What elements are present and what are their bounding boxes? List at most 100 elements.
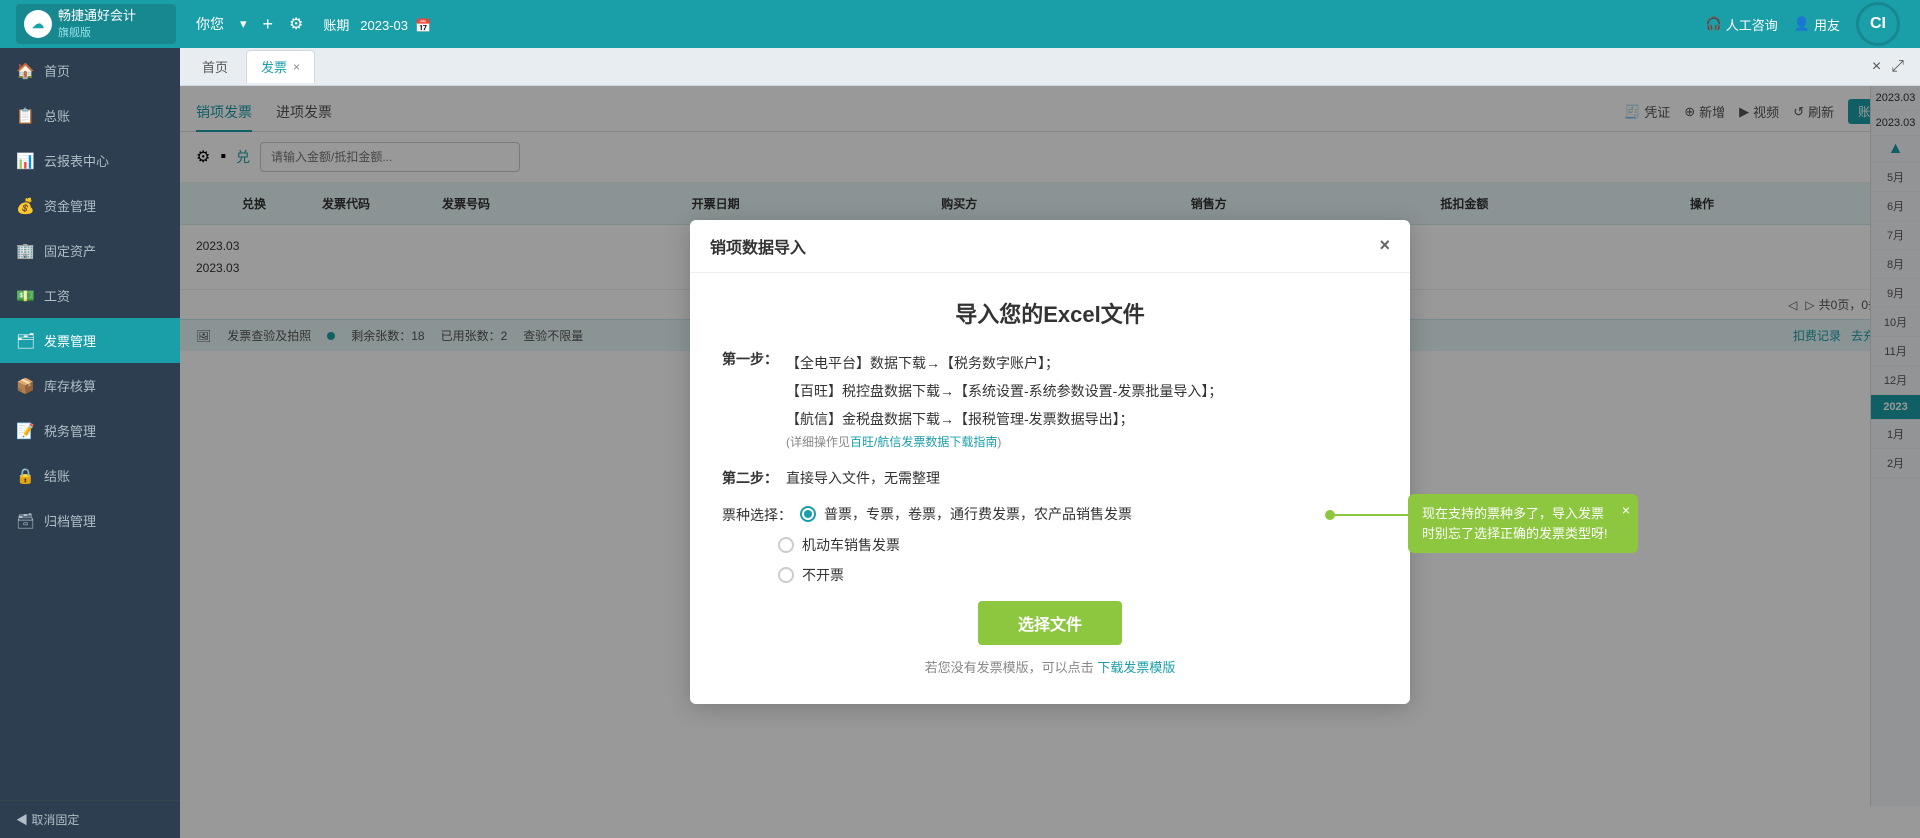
select-file-container: 选择文件	[722, 601, 1378, 645]
sidebar-item-label: 结账	[44, 466, 70, 485]
sidebar-item-label: 工资	[44, 286, 70, 305]
sidebar-item-archive[interactable]: 🗃 归档管理	[0, 498, 180, 543]
tooltip-dot	[1325, 510, 1335, 520]
window-close-icon[interactable]: ×	[1872, 58, 1881, 76]
radio-option-2[interactable]: 机动车销售发票	[778, 535, 1378, 555]
sidebar-unpin[interactable]: ◀ 取消固定	[0, 800, 180, 838]
modal-header: 销项数据导入 ×	[690, 220, 1410, 273]
logo-icon: ☁	[24, 10, 52, 38]
topbar-right: 🎧 人工咨询 👤 用友 CI	[1706, 2, 1904, 46]
modal-import-title: 导入您的Excel文件	[722, 297, 1378, 329]
import-modal: 销项数据导入 × 导入您的Excel文件 第一步： 【全电平台】数据下载→【税务…	[690, 220, 1410, 704]
step1-hint: (详细操作见百旺/航信发票数据下载指南)	[786, 433, 1222, 452]
period-label: 账期 2023-03 📅	[323, 15, 431, 34]
step1-row: 第一步： 【全电平台】数据下载→【税务数字账户】； 【百旺】税控盘数据下载→【系…	[722, 349, 1378, 452]
archive-icon: 🗃	[16, 512, 34, 530]
company-name[interactable]: 你您	[196, 14, 224, 34]
sidebar-item-home[interactable]: 🏠 首页	[0, 48, 180, 93]
help-button[interactable]: 🎧 人工咨询	[1706, 15, 1778, 34]
main-layout: 🏠 首页 📋 总账 📊 云报表中心 💰 资金管理 🏢 固定资产 💵 工资	[0, 48, 1920, 838]
topbar: ☁ 畅捷通好会计 旗舰版 你您 ▾ + ⚙ 账期 2023-03 📅 🎧 人工咨…	[0, 0, 1920, 48]
sidebar-item-label: 发票管理	[44, 331, 96, 350]
sidebar-item-close[interactable]: 🔒 结账	[0, 453, 180, 498]
radio-3-circle[interactable]	[778, 567, 794, 583]
radio-option-1[interactable]: 普票，专票，卷票，通行费发票，农产品销售发票	[800, 504, 1132, 524]
home-icon: 🏠	[16, 62, 34, 80]
radio-2-label: 机动车销售发票	[802, 535, 900, 555]
radio-group: 票种选择： 普票，专票，卷票，通行费发票，农产品销售发票	[722, 504, 1378, 585]
app-logo[interactable]: ☁ 畅捷通好会计 旗舰版	[16, 4, 176, 44]
payroll-icon: 💵	[16, 287, 34, 305]
tooltip-line	[1328, 514, 1408, 516]
sidebar-item-label: 首页	[44, 61, 70, 80]
sidebar-item-label: 税务管理	[44, 421, 96, 440]
modal-body: 导入您的Excel文件 第一步： 【全电平台】数据下载→【税务数字账户】； 【百…	[690, 273, 1410, 704]
sidebar-item-payroll[interactable]: 💵 工资	[0, 273, 180, 318]
sidebar-item-ledger[interactable]: 📋 总账	[0, 93, 180, 138]
user-button[interactable]: 👤 用友	[1794, 15, 1840, 34]
content-area: 销项发票 进项发票 🧾 凭证 ⊕ 新增 ▶	[180, 86, 1920, 838]
download-template-link[interactable]: 下载发票模版	[1097, 660, 1175, 675]
sidebar-item-label: 云报表中心	[44, 151, 109, 170]
logo-text-block: 畅捷通好会计 旗舰版	[58, 8, 136, 40]
reports-icon: 📊	[16, 152, 34, 170]
radio-option-3[interactable]: 不开票	[778, 565, 1378, 585]
pin-icon: ◀	[16, 813, 28, 827]
invoice-icon: 🗂	[16, 332, 34, 350]
step1-line2: 【百旺】税控盘数据下载→【系统设置-系统参数设置-发票批量导入】；	[786, 377, 1222, 405]
modal-close-button[interactable]: ×	[1379, 235, 1390, 256]
sidebar: 🏠 首页 📋 总账 📊 云报表中心 💰 资金管理 🏢 固定资产 💵 工资	[0, 48, 180, 838]
sidebar-item-label: 资金管理	[44, 196, 96, 215]
company-dropdown-icon[interactable]: ▾	[240, 16, 247, 32]
step2-block: 第二步： 直接导入文件，无需整理	[722, 468, 1378, 488]
sidebar-item-label: 库存核算	[44, 376, 96, 395]
tax-icon: 📝	[16, 422, 34, 440]
app-name: 畅捷通好会计	[58, 8, 136, 24]
period-value: 2023-03	[360, 18, 408, 33]
radio-1-circle[interactable]	[800, 506, 816, 522]
radio-2-circle[interactable]	[778, 537, 794, 553]
step2-row: 第二步： 直接导入文件，无需整理	[722, 468, 1378, 488]
radio-1-label: 普票，专票，卷票，通行费发票，农产品销售发票	[824, 504, 1132, 524]
tab-bar: 首页 发票 × × ⤢	[180, 48, 1920, 86]
radio-row-1: 票种选择： 普票，专票，卷票，通行费发票，农产品销售发票	[722, 504, 1378, 525]
sidebar-item-assets[interactable]: 🏢 固定资产	[0, 228, 180, 273]
modal-overlay[interactable]: 销项数据导入 × 导入您的Excel文件 第一步： 【全电平台】数据下载→【税务…	[180, 86, 1920, 838]
add-button[interactable]: +	[263, 14, 274, 35]
tab-close-icon[interactable]: ×	[293, 60, 300, 74]
tab-invoice[interactable]: 发票 ×	[246, 50, 315, 83]
sidebar-item-tax[interactable]: 📝 税务管理	[0, 408, 180, 453]
step1-content: 【全电平台】数据下载→【税务数字账户】； 【百旺】税控盘数据下载→【系统设置-系…	[786, 349, 1222, 452]
sidebar-item-label: 总账	[44, 106, 70, 125]
assets-icon: 🏢	[16, 242, 34, 260]
avatar[interactable]: CI	[1856, 2, 1900, 46]
sidebar-scroll: 🏠 首页 📋 总账 📊 云报表中心 💰 资金管理 🏢 固定资产 💵 工资	[0, 48, 180, 800]
step1-hint-link[interactable]: 百旺/航信发票数据下载指南	[850, 435, 997, 449]
step1-line3: 【航信】金税盘数据下载→【报税管理-发票数据导出】；	[786, 405, 1222, 433]
step1-block: 第一步： 【全电平台】数据下载→【税务数字账户】； 【百旺】税控盘数据下载→【系…	[722, 349, 1378, 452]
sidebar-item-invoice[interactable]: 🗂 发票管理	[0, 318, 180, 363]
app-badge: 旗舰版	[58, 24, 136, 40]
step1-label: 第一步：	[722, 349, 778, 452]
headset-icon: 🎧	[1706, 16, 1722, 32]
sidebar-item-label: 固定资产	[44, 241, 96, 260]
footer-text: 若您没有发票模版，可以点击	[925, 660, 1094, 675]
sidebar-item-inventory[interactable]: 📦 库存核算	[0, 363, 180, 408]
tooltip-bubble: 现在支持的票种多了，导入发票时别忘了选择正确的发票类型呀! ×	[1408, 494, 1638, 553]
radio-3-label: 不开票	[802, 565, 844, 585]
tooltip-text: 现在支持的票种多了，导入发票时别忘了选择正确的发票类型呀!	[1422, 506, 1608, 541]
select-file-button[interactable]: 选择文件	[978, 601, 1122, 645]
sidebar-item-reports[interactable]: 📊 云报表中心	[0, 138, 180, 183]
window-maximize-icon[interactable]: ⤢	[1891, 58, 1904, 76]
sidebar-item-funds[interactable]: 💰 资金管理	[0, 183, 180, 228]
step1-line1: 【全电平台】数据下载→【税务数字账户】；	[786, 349, 1222, 377]
radio-group-label: 票种选择：	[722, 505, 792, 525]
tooltip-close-button[interactable]: ×	[1622, 500, 1630, 521]
settings-icon[interactable]: ⚙	[289, 14, 303, 34]
close-icon: 🔒	[16, 467, 34, 485]
tooltip-container: 现在支持的票种多了，导入发票时别忘了选择正确的发票类型呀! ×	[1408, 494, 1638, 553]
radio-1-dot	[804, 510, 812, 518]
user-icon: 👤	[1794, 16, 1810, 32]
tab-home[interactable]: 首页	[188, 51, 242, 82]
step2-label: 第二步：	[722, 468, 778, 488]
